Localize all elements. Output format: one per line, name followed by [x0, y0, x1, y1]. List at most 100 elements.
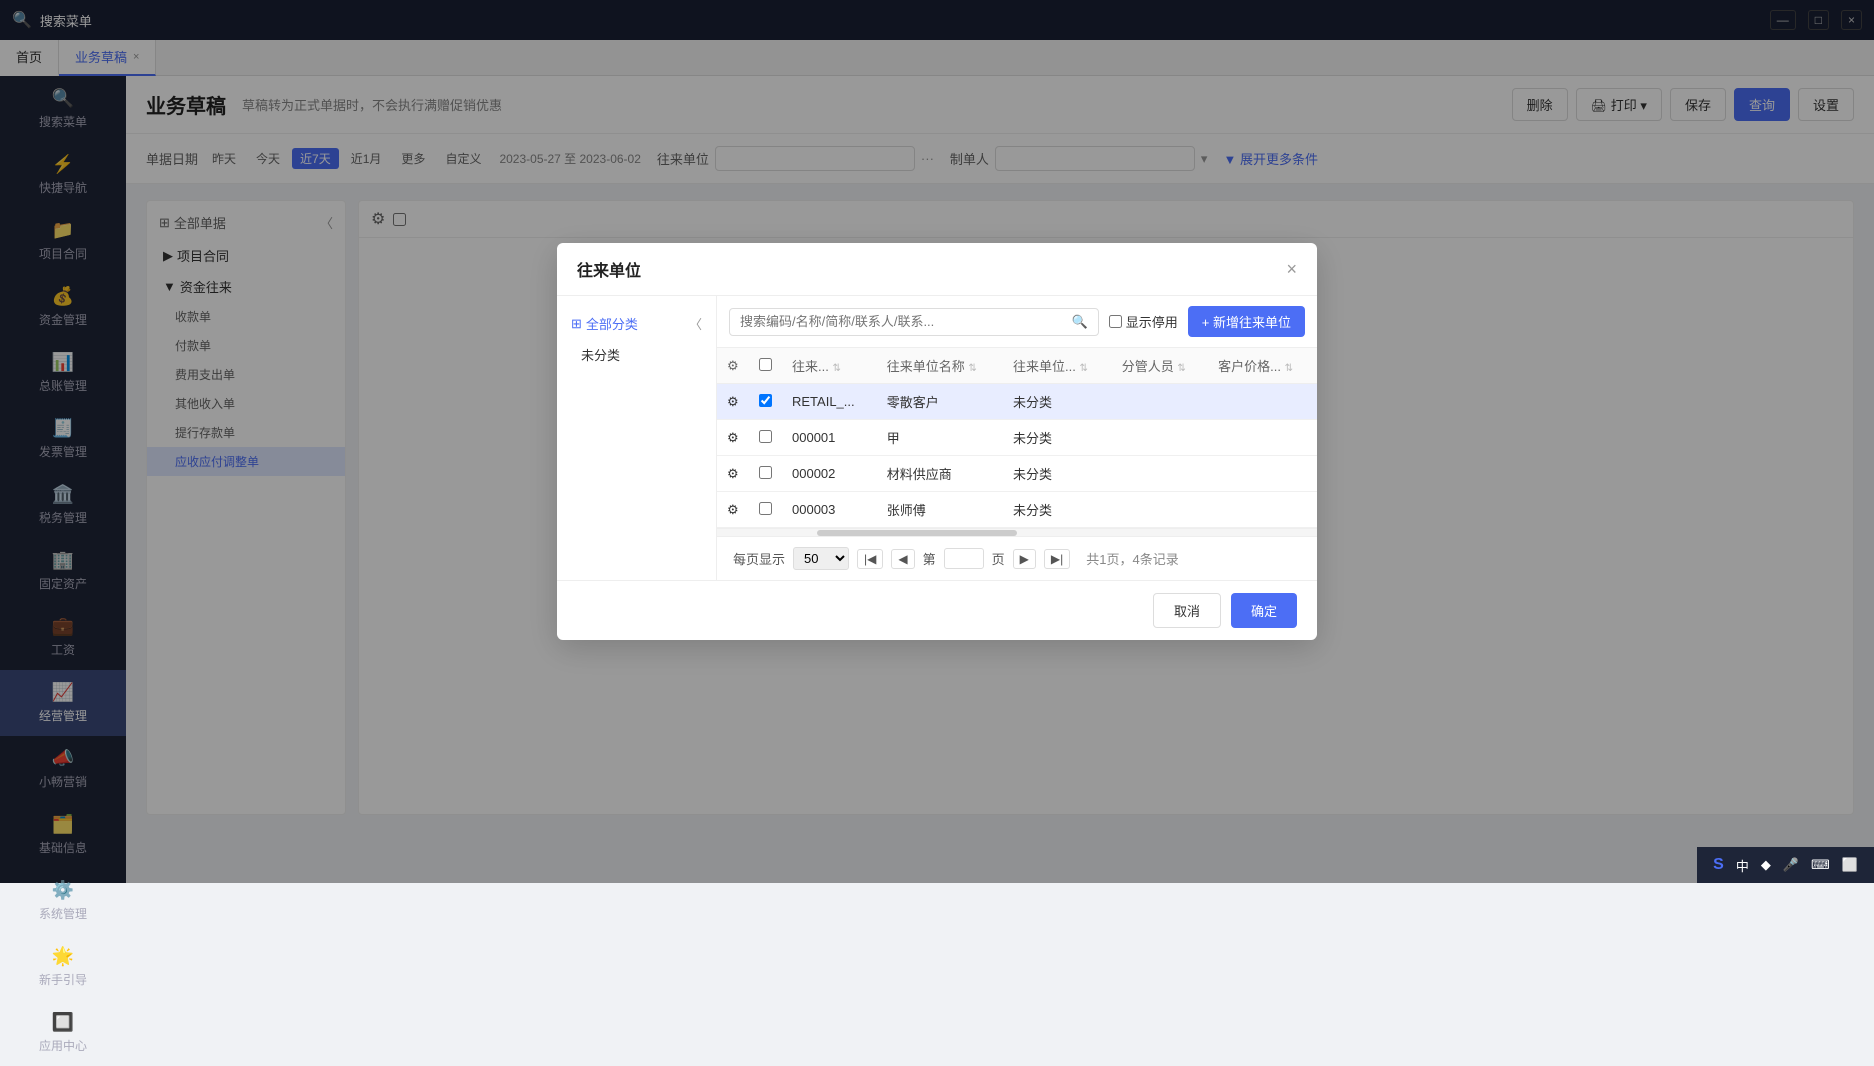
- table-row[interactable]: ⚙ RETAIL_... 零散客户 未分类: [717, 384, 1317, 420]
- bottom-bar: S 中 ◆ 🎤 ⌨ ⬜: [1697, 847, 1874, 883]
- sidebar-label-system: 系统管理: [39, 905, 87, 922]
- bottom-diamond-icon[interactable]: ◆: [1761, 857, 1771, 873]
- sort-type-icon[interactable]: ⇅: [1079, 363, 1087, 374]
- confirm-button[interactable]: 确定: [1231, 593, 1297, 628]
- table-row[interactable]: ⚙ 000003 张师傅 未分类: [717, 492, 1317, 528]
- row-code-cell: RETAIL_...: [782, 384, 877, 420]
- show-inactive-label[interactable]: 显示停用: [1109, 312, 1178, 331]
- row-manager-cell: [1112, 492, 1208, 528]
- th-settings: ⚙: [717, 348, 749, 384]
- row-name-cell: 材料供应商: [877, 456, 1003, 492]
- row-checkbox-cell: [749, 384, 782, 420]
- last-page-btn[interactable]: ▶|: [1044, 549, 1070, 569]
- bottom-logo: S: [1713, 856, 1724, 874]
- sidebar-item-guide[interactable]: 🌟 新手引导: [0, 934, 126, 1000]
- row-manager-cell: [1112, 384, 1208, 420]
- next-page-btn[interactable]: ▶: [1013, 549, 1036, 569]
- dialog-cat-all[interactable]: ⊞ 全部分类 〈: [557, 308, 716, 339]
- row-checkbox[interactable]: [759, 430, 772, 443]
- dialog-search-input[interactable]: [740, 314, 1068, 329]
- row-name-cell: 甲: [877, 420, 1003, 456]
- dialog-table: ⚙ 往来... ⇅ 往来单位名称 ⇅: [717, 348, 1317, 528]
- sort-price-icon[interactable]: ⇅: [1285, 363, 1293, 374]
- th-price-level: 客户价格... ⇅: [1208, 348, 1317, 384]
- table-select-all[interactable]: [759, 358, 772, 371]
- row-settings-cell: ⚙: [717, 420, 749, 456]
- sort-name-icon[interactable]: ⇅: [968, 363, 976, 374]
- add-partner-button[interactable]: + 新增往来单位: [1188, 306, 1305, 337]
- row-settings-icon[interactable]: ⚙: [727, 502, 739, 517]
- page-number-input[interactable]: 1: [944, 548, 984, 569]
- th-checkbox: [749, 348, 782, 384]
- partner-dialog: 往来单位 × ⊞ 全部分类 〈 未分类: [557, 243, 1317, 640]
- show-inactive-text: 显示停用: [1126, 312, 1178, 331]
- bottom-mic-icon[interactable]: 🎤: [1783, 857, 1799, 873]
- dialog-cat-collapse-icon[interactable]: 〈: [689, 314, 702, 333]
- row-settings-icon[interactable]: ⚙: [727, 430, 739, 445]
- horizontal-scrollbar[interactable]: [717, 528, 1317, 536]
- row-checkbox[interactable]: [759, 394, 772, 407]
- row-checkbox[interactable]: [759, 502, 772, 515]
- cancel-button[interactable]: 取消: [1153, 593, 1221, 628]
- system-icon: ⚙️: [52, 880, 74, 901]
- dialog-header: 往来单位 ×: [557, 243, 1317, 296]
- bottom-chinese-icon[interactable]: 中: [1736, 856, 1749, 875]
- dialog-cat-unclassified[interactable]: 未分类: [557, 339, 716, 370]
- th-code: 往来... ⇅: [782, 348, 877, 384]
- row-type-cell: 未分类: [1003, 420, 1112, 456]
- dialog-toolbar: 🔍 显示停用 + 新增往来单位: [717, 296, 1317, 348]
- page-label: 第: [923, 549, 936, 568]
- total-label: 共1页，4条记录: [1086, 549, 1178, 568]
- dialog-cat-all-label: 全部分类: [586, 314, 638, 333]
- dialog-footer: 取消 确定: [557, 580, 1317, 640]
- table-header-row: ⚙ 往来... ⇅ 往来单位名称 ⇅: [717, 348, 1317, 384]
- dialog-close-button[interactable]: ×: [1286, 259, 1297, 280]
- sidebar-item-apps[interactable]: 🔲 应用中心: [0, 1000, 126, 1066]
- row-price-level-cell: [1208, 492, 1317, 528]
- row-settings-icon[interactable]: ⚙: [727, 394, 739, 409]
- dialog-search-box[interactable]: 🔍: [729, 308, 1099, 336]
- settings-col-icon[interactable]: ⚙: [727, 358, 739, 373]
- dialog-table-scroll: ⚙ 往来... ⇅ 往来单位名称 ⇅: [717, 348, 1317, 528]
- bottom-keyboard-icon[interactable]: ⌨: [1811, 857, 1830, 873]
- row-checkbox-cell: [749, 492, 782, 528]
- first-page-btn[interactable]: |◀: [857, 549, 883, 569]
- th-type: 往来单位... ⇅: [1003, 348, 1112, 384]
- show-inactive-checkbox[interactable]: [1109, 315, 1122, 328]
- dialog-cat-unclassified-label: 未分类: [581, 348, 620, 363]
- dialog-categories: ⊞ 全部分类 〈 未分类: [557, 296, 717, 580]
- sort-manager-icon[interactable]: ⇅: [1177, 363, 1185, 374]
- dialog-overlay: 往来单位 × ⊞ 全部分类 〈 未分类: [0, 0, 1874, 883]
- guide-icon: 🌟: [52, 946, 74, 967]
- row-settings-cell: ⚙: [717, 456, 749, 492]
- row-manager-cell: [1112, 456, 1208, 492]
- search-icon: 🔍: [1072, 314, 1088, 330]
- row-price-level-cell: [1208, 456, 1317, 492]
- row-checkbox[interactable]: [759, 466, 772, 479]
- sort-code-icon[interactable]: ⇅: [832, 363, 840, 374]
- table-row[interactable]: ⚙ 000002 材料供应商 未分类: [717, 456, 1317, 492]
- row-code-cell: 000002: [782, 456, 877, 492]
- dialog-body: ⊞ 全部分类 〈 未分类 🔍 显示停: [557, 296, 1317, 580]
- page-suffix: 页: [992, 549, 1005, 568]
- th-manager: 分管人员 ⇅: [1112, 348, 1208, 384]
- row-manager-cell: [1112, 420, 1208, 456]
- sidebar-label-apps: 应用中心: [39, 1037, 87, 1054]
- row-code-cell: 000003: [782, 492, 877, 528]
- th-name: 往来单位名称 ⇅: [877, 348, 1003, 384]
- scrollbar-thumb[interactable]: [817, 530, 1017, 536]
- bottom-square-icon[interactable]: ⬜: [1842, 857, 1858, 873]
- row-settings-icon[interactable]: ⚙: [727, 466, 739, 481]
- row-settings-cell: ⚙: [717, 384, 749, 420]
- row-name-cell: 张师傅: [877, 492, 1003, 528]
- row-price-level-cell: [1208, 384, 1317, 420]
- sidebar-label-guide: 新手引导: [39, 971, 87, 988]
- per-page-label: 每页显示: [733, 549, 785, 568]
- row-type-cell: 未分类: [1003, 492, 1112, 528]
- row-type-cell: 未分类: [1003, 456, 1112, 492]
- row-code-cell: 000001: [782, 420, 877, 456]
- per-page-select[interactable]: 50 100: [793, 547, 849, 570]
- prev-page-btn[interactable]: ◀: [891, 549, 914, 569]
- dialog-title: 往来单位: [577, 257, 641, 281]
- table-row[interactable]: ⚙ 000001 甲 未分类: [717, 420, 1317, 456]
